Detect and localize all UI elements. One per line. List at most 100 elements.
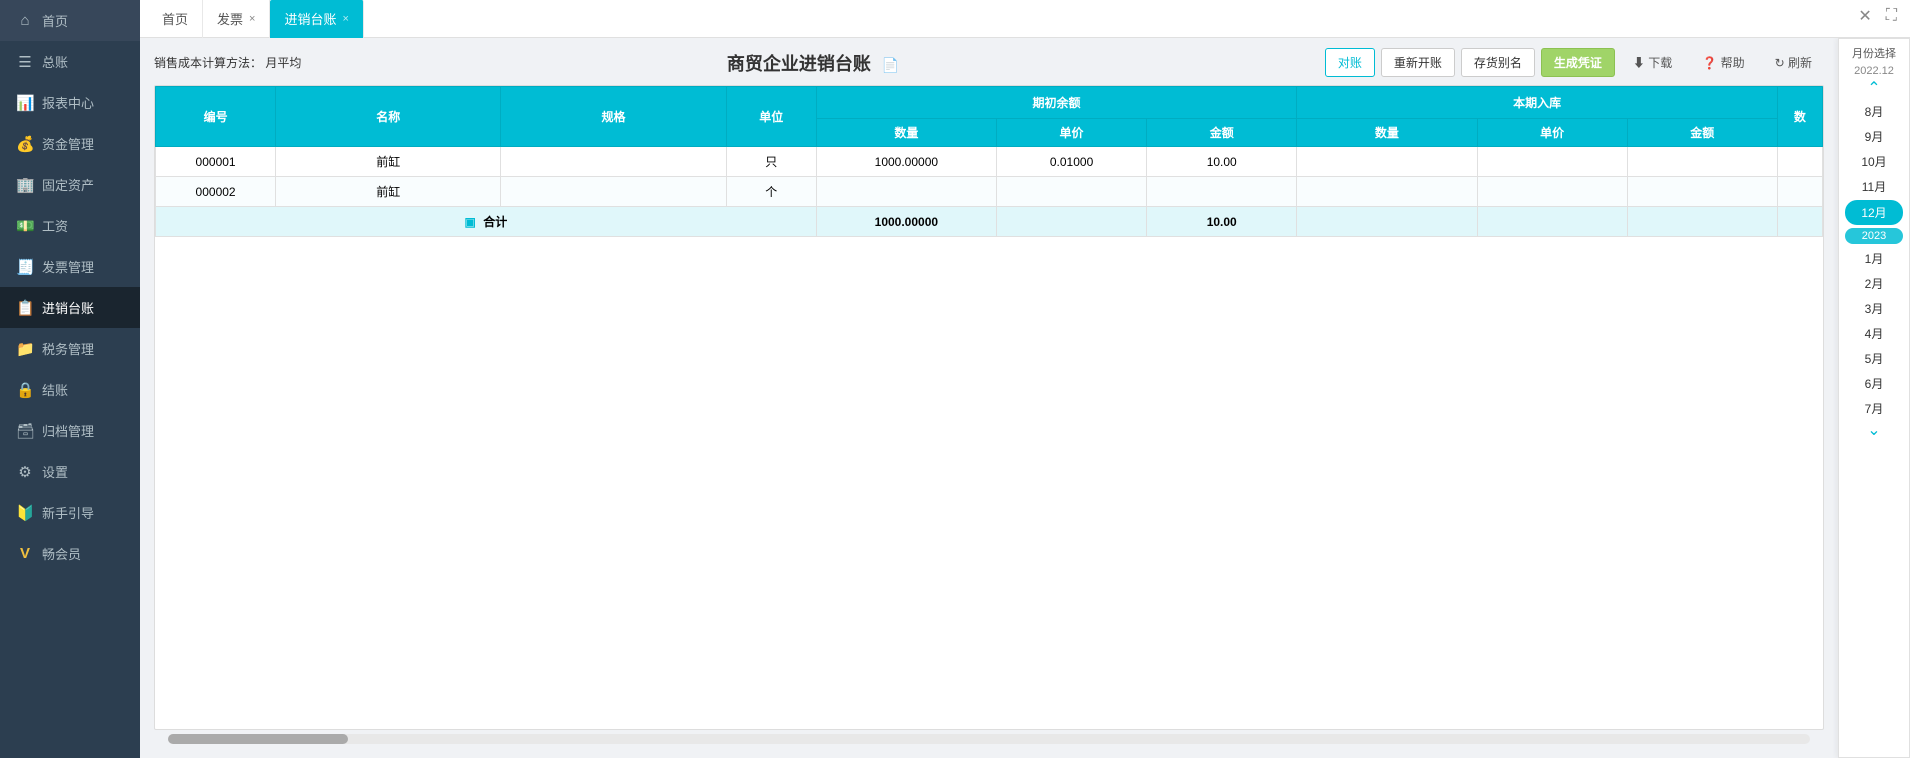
cell-cur-amount	[1627, 147, 1777, 177]
sidebar-item-settings[interactable]: ⚙ 设置	[0, 451, 140, 492]
cell-open-price	[996, 177, 1146, 207]
sidebar-item-guide[interactable]: 🔰 新手引导	[0, 492, 140, 533]
month-item-12[interactable]: 12月	[1845, 200, 1903, 225]
help-icon: ❓	[1702, 56, 1717, 70]
total-cur-qty	[1297, 207, 1477, 237]
table-total-row: ▣ 合计 1000.00000 10.00	[156, 207, 1823, 237]
sidebar-item-purchase-ledger[interactable]: 📋 进销台账	[0, 287, 140, 328]
month-item-9[interactable]: 9月	[1839, 124, 1909, 149]
col-sub-open-amount: 金额	[1147, 119, 1297, 147]
sidebar-item-label: 资金管理	[42, 134, 94, 153]
cell-open-amount: 10.00	[1147, 147, 1297, 177]
month-item-2[interactable]: 2月	[1839, 271, 1909, 296]
cell-cur-qty	[1297, 177, 1477, 207]
cell-unit: 只	[726, 147, 816, 177]
sidebar-item-assets[interactable]: 🏢 固定资产	[0, 164, 140, 205]
window-close-button[interactable]: ✕	[1853, 4, 1876, 28]
tab-invoice[interactable]: 发票 ×	[203, 0, 270, 38]
title-info-icon[interactable]: 📄	[882, 57, 899, 73]
reopen-button[interactable]: 重新开账	[1381, 48, 1455, 77]
col-sub-open-price: 单价	[996, 119, 1146, 147]
vip-icon: V	[16, 545, 34, 562]
month-item-10[interactable]: 10月	[1839, 149, 1909, 174]
month-item-6[interactable]: 6月	[1839, 371, 1909, 396]
reconcile-button[interactable]: 对账	[1325, 48, 1375, 77]
col-header-extra: 数	[1777, 87, 1822, 147]
month-item-4[interactable]: 4月	[1839, 321, 1909, 346]
sidebar-item-closing[interactable]: 🔒 结账	[0, 369, 140, 410]
month-item-5[interactable]: 5月	[1839, 346, 1909, 371]
closing-icon: 🔒	[16, 381, 34, 399]
cost-method-label: 销售成本计算方法：	[154, 56, 262, 70]
cell-id: 000001	[156, 147, 276, 177]
total-open-amount: 10.00	[1147, 207, 1297, 237]
horizontal-scrollbar[interactable]	[168, 734, 1810, 744]
month-item-7[interactable]: 7月	[1839, 396, 1909, 421]
sidebar-item-reports[interactable]: 📊 报表中心	[0, 82, 140, 123]
col-header-period-opening: 期初余额	[816, 87, 1297, 119]
sidebar-item-funds[interactable]: 💰 资金管理	[0, 123, 140, 164]
sidebar-item-tax[interactable]: 📁 税务管理	[0, 328, 140, 369]
download-button[interactable]: ⬇ 下载	[1621, 49, 1684, 76]
sidebar-item-archive[interactable]: 🗃 归档管理	[0, 410, 140, 451]
month-item-3[interactable]: 3月	[1839, 296, 1909, 321]
sidebar-item-ledger[interactable]: ☰ 总账	[0, 41, 140, 82]
sidebar-item-label: 首页	[42, 11, 68, 30]
sidebar-item-label: 结账	[42, 380, 68, 399]
main-content: 销售成本计算方法： 月平均 商贸企业进销台账 📄 对账 重新开账 存货别名 生成…	[140, 38, 1838, 758]
month-item-11[interactable]: 11月	[1839, 174, 1909, 199]
tab-home-label: 首页	[162, 9, 188, 28]
sidebar-item-label: 固定资产	[42, 175, 94, 194]
sidebar: ⌂ 首页 ☰ 总账 📊 报表中心 💰 资金管理 🏢 固定资产 💵 工资 🧾 发票…	[0, 0, 140, 758]
invoice-icon: 🧾	[16, 258, 34, 276]
cell-cur-price	[1477, 177, 1627, 207]
month-item-8[interactable]: 8月	[1839, 99, 1909, 124]
cell-unit: 个	[726, 177, 816, 207]
generate-voucher-button[interactable]: 生成凭证	[1541, 48, 1615, 77]
month-selector-panel: 月份选择 2022.12 ⌃ 8月 9月 10月 11月 12月 2023 1月…	[1838, 38, 1910, 758]
sidebar-item-label: 新手引导	[42, 503, 94, 522]
table-container: 编号 名称 规格 单位 期初余额 本期入库 数 数量 单价 金额 数	[154, 85, 1824, 730]
table-header-row: 编号 名称 规格 单位 期初余额 本期入库 数	[156, 87, 1823, 119]
cost-method: 销售成本计算方法： 月平均	[154, 54, 301, 71]
window-controls: ✕ ⛶	[1853, 4, 1902, 28]
help-button[interactable]: ❓ 帮助	[1690, 49, 1756, 76]
download-icon: ⬇	[1633, 56, 1645, 70]
top-bar: 销售成本计算方法： 月平均 商贸企业进销台账 📄 对账 重新开账 存货别名 生成…	[154, 48, 1824, 77]
sidebar-item-payroll[interactable]: 💵 工资	[0, 205, 140, 246]
save-alias-button[interactable]: 存货别名	[1461, 48, 1535, 77]
sidebar-item-vip[interactable]: V 畅会员	[0, 533, 140, 574]
scrollbar-thumb[interactable]	[168, 734, 348, 744]
sidebar-item-home[interactable]: ⌂ 首页	[0, 0, 140, 41]
cell-spec	[501, 177, 726, 207]
tab-invoice-close[interactable]: ×	[249, 13, 255, 25]
home-icon: ⌂	[16, 12, 34, 29]
cell-cur-qty	[1297, 147, 1477, 177]
month-nav-down[interactable]: ⌄	[1867, 423, 1880, 439]
cell-cur-amount	[1627, 177, 1777, 207]
cell-open-amount	[1147, 177, 1297, 207]
refresh-button[interactable]: ↻ 刷新	[1763, 49, 1824, 76]
month-item-1[interactable]: 1月	[1839, 246, 1909, 271]
guide-icon: 🔰	[16, 504, 34, 522]
month-panel-year-2022: 2022.12	[1854, 65, 1894, 77]
sidebar-item-invoice[interactable]: 🧾 发票管理	[0, 246, 140, 287]
tab-purchase-ledger[interactable]: 进销台账 ×	[270, 0, 363, 38]
cell-id: 000002	[156, 177, 276, 207]
tab-home[interactable]: 首页	[148, 0, 203, 38]
assets-icon: 🏢	[16, 176, 34, 194]
col-header-spec: 规格	[501, 87, 726, 147]
cell-open-qty: 1000.00000	[816, 147, 996, 177]
cell-extra	[1777, 147, 1822, 177]
payroll-icon: 💵	[16, 217, 34, 235]
year-2023-badge: 2023	[1845, 228, 1903, 244]
sidebar-item-label: 畅会员	[42, 544, 81, 563]
tab-purchase-ledger-label: 进销台账	[284, 9, 336, 28]
settings-icon: ⚙	[16, 463, 34, 481]
tab-purchase-ledger-close[interactable]: ×	[342, 13, 348, 25]
sidebar-item-label: 发票管理	[42, 257, 94, 276]
window-maximize-button[interactable]: ⛶	[1881, 5, 1902, 27]
col-header-id: 编号	[156, 87, 276, 147]
month-nav-up[interactable]: ⌃	[1867, 81, 1880, 97]
cell-open-qty	[816, 177, 996, 207]
